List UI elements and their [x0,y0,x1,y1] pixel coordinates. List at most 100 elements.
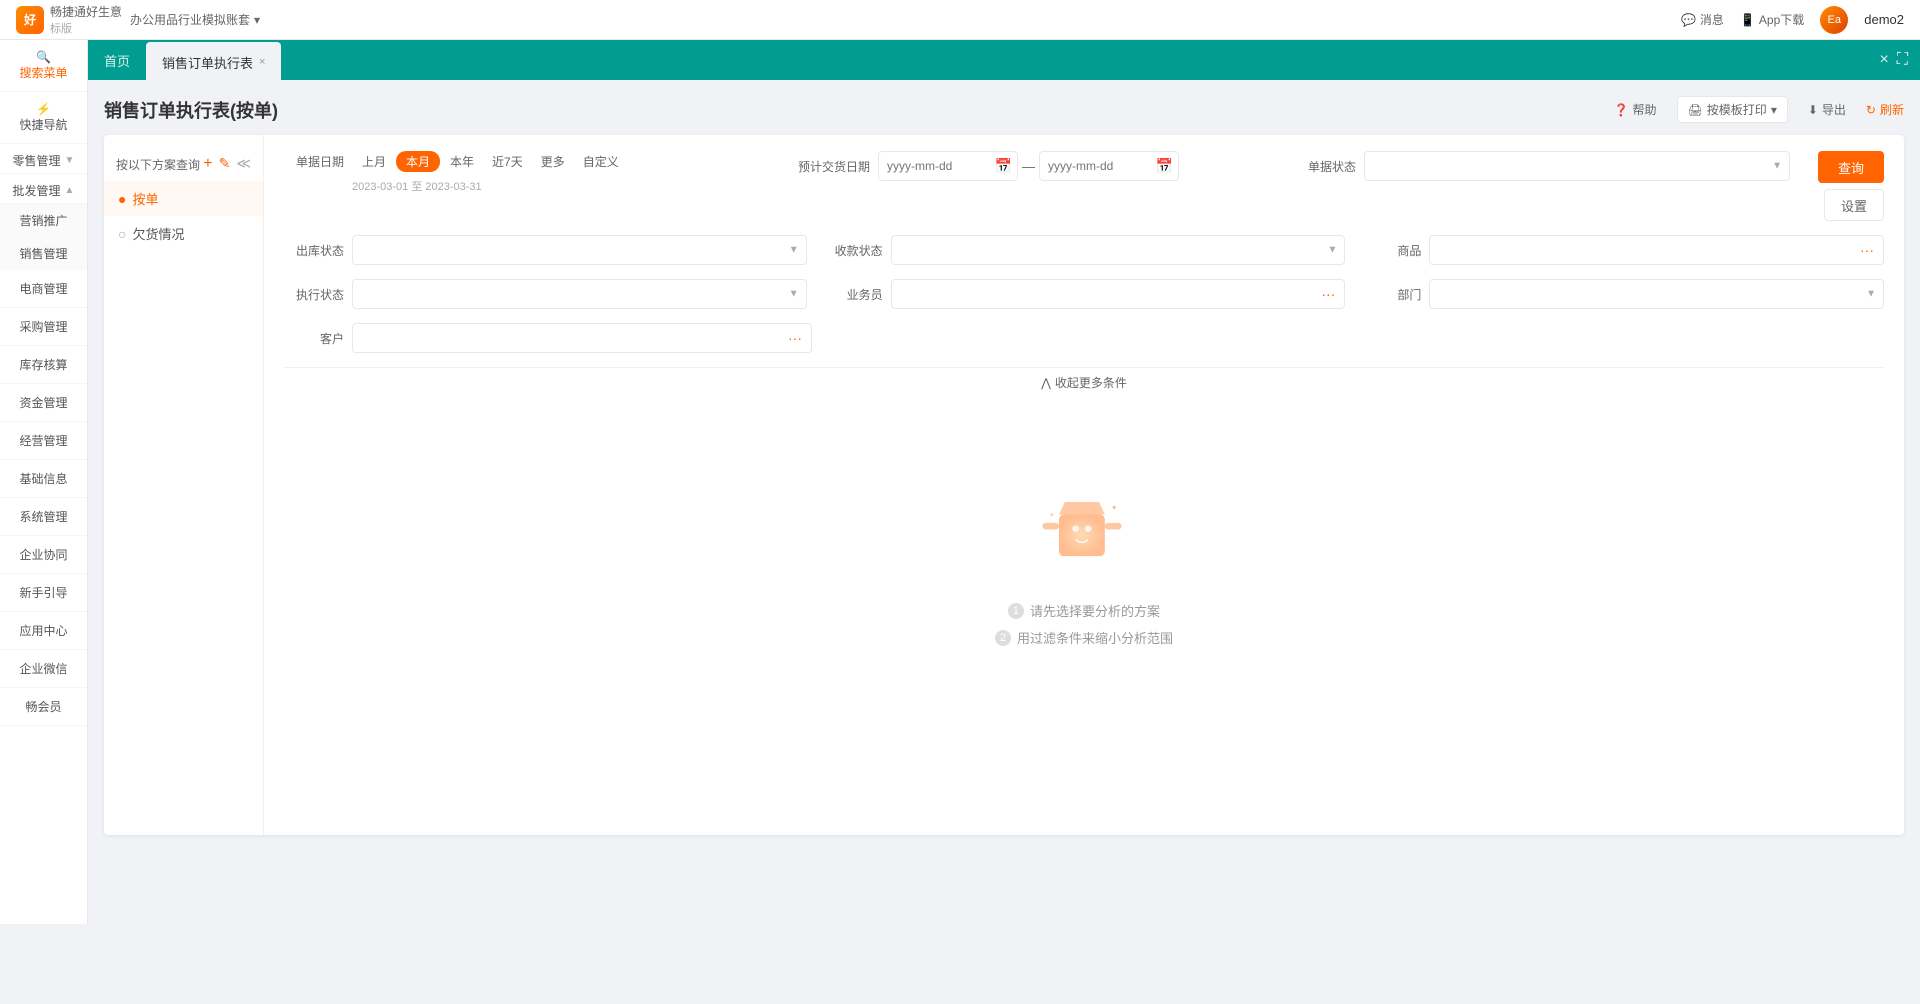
dept-group: 部门 ▼ [1361,279,1884,309]
salesperson-label: 业务员 [823,286,883,303]
app-download-button[interactable]: 📱 App下载 [1740,11,1804,28]
sidebar-item-apps[interactable]: 应用中心 [0,612,87,650]
customer-more-icon[interactable]: ··· [784,330,806,346]
print-button[interactable]: 🖨 按模板打印 ▾ [1677,96,1788,123]
sidebar-item-retail[interactable]: 零售管理 ▼ [0,144,87,174]
collect-status-select[interactable] [891,235,1346,265]
date-separator: — [1022,159,1035,174]
download-icon: 📱 [1740,13,1755,27]
customer-input[interactable] [352,323,812,353]
window-close-button[interactable]: × [1879,51,1888,69]
date-quick-buttons: 上月 本月 本年 近7天 更多 自定义 [354,151,627,172]
doc-status-select[interactable] [1364,151,1790,181]
salesperson-input[interactable] [891,279,1346,309]
exec-status-label: 执行状态 [284,286,344,303]
sidebar-item-marketing[interactable]: 营销推广 [0,204,87,237]
empty-tip-1: 1 请先选择要分析的方案 [1008,601,1160,620]
message-icon: 💬 [1681,13,1696,27]
message-button[interactable]: 💬 消息 [1681,11,1724,28]
sidebar-item-wechat[interactable]: 企业微信 [0,650,87,688]
collect-status-label: 收款状态 [823,242,883,259]
page-title: 销售订单执行表(按单) [104,97,278,123]
print-icon: 🖨 [1688,103,1703,117]
sidebar-item-finance[interactable]: 资金管理 [0,384,87,422]
empty-illustration: ✦ ✦ [1034,477,1134,577]
tab-close-icon[interactable]: × [259,56,265,68]
refresh-icon: ↻ [1866,103,1876,117]
settings-button[interactable]: 设置 [1824,189,1884,221]
customer-group: 客户 ··· [284,323,812,353]
header-right: 💬 消息 📱 App下载 Ea demo2 [1681,6,1904,34]
exec-status-select[interactable] [352,279,807,309]
filter-row-2: 出库状态 ▼ 收款状态 ▼ 商品 [284,235,1884,265]
tab-home[interactable]: 首页 [88,40,146,80]
edit-scheme-button[interactable]: ✎ [219,155,231,173]
curr-year-btn[interactable]: 本年 [442,151,482,172]
prev-month-btn[interactable]: 上月 [354,151,394,172]
nav-item-by-debt[interactable]: ○ 欠货情况 [104,216,263,251]
empty-tip-2: 2 用过滤条件来缩小分析范围 [995,628,1173,647]
recent7-btn[interactable]: 近7天 [484,151,531,172]
sidebar-item-vip[interactable]: 畅会员 [0,688,87,726]
custom-date-btn[interactable]: 自定义 [575,151,627,172]
nav-item-by-order[interactable]: ● 按单 [104,181,263,216]
sidebar-item-basic[interactable]: 基础信息 [0,460,87,498]
avatar[interactable]: Ea [1820,6,1848,34]
curr-month-btn[interactable]: 本月 [396,151,440,172]
doc-status-label: 单据状态 [1296,158,1356,175]
export-button[interactable]: ⬇ 导出 [1800,97,1854,122]
svg-text:✦: ✦ [1111,502,1118,512]
sidebar-item-system[interactable]: 系统管理 [0,498,87,536]
filter-row-3: 执行状态 ▼ 业务员 ··· 部门 [284,279,1884,309]
export-icon: ⬇ [1808,103,1818,117]
add-scheme-button[interactable]: + [203,155,212,173]
sidebar-item-guide[interactable]: 新手引导 [0,574,87,612]
page-actions: ❓ 帮助 🖨 按模板打印 ▾ ⬇ 导出 ↻ 刷新 [1606,96,1904,123]
refresh-button[interactable]: ↻ 刷新 [1866,101,1904,118]
doc-status-control: ▼ [1364,151,1790,181]
salesperson-more-icon[interactable]: ··· [1317,286,1339,302]
window-expand-button[interactable]: ⛶ [1897,51,1908,69]
goods-label: 商品 [1361,242,1421,259]
top-header: 好 畅捷通好生意 标版 办公用品行业模拟账套 ▾ 💬 消息 📱 App下载 Ea… [0,0,1920,40]
empty-state: ✦ ✦ 1 请先选择要分析的方案 2 用过滤条件来缩小分析范围 [284,397,1884,731]
left-nav: 按以下方案查询 + ✎ ≪ ● 按单 ○ 欠货情况 [104,135,264,835]
out-status-label: 出库状态 [284,242,344,259]
more-date-btn[interactable]: 更多 [533,151,573,172]
help-icon: ❓ [1614,103,1629,117]
breadcrumb[interactable]: 办公用品行业模拟账套 ▾ [130,11,260,28]
sidebar-item-inventory[interactable]: 库存核算 [0,346,87,384]
date-range-text: 2023-03-01 至 2023-03-31 [352,178,482,194]
collapse-nav-button[interactable]: ≪ [236,155,251,173]
out-status-select[interactable] [352,235,807,265]
goods-input[interactable] [1429,235,1884,265]
date-start-icon: 📅 [995,158,1012,175]
goods-group: 商品 ··· [1361,235,1884,265]
tab-bar: 首页 销售订单执行表 × × ⛶ [0,40,1920,80]
sidebar-search[interactable]: 🔍 搜索菜单 [0,40,87,92]
exec-status-control: ▼ [352,279,807,309]
sidebar-quick-nav[interactable]: ⚡ 快捷导航 [0,92,87,144]
salesperson-group: 业务员 ··· [823,279,1346,309]
sidebar-item-corp[interactable]: 企业协同 [0,536,87,574]
collapse-conditions-button[interactable]: ⋀ 收起更多条件 [284,367,1884,397]
search-button[interactable]: 查询 [1818,151,1884,183]
filter-row-4: 客户 ··· [284,323,812,353]
logo-icon: 好 [16,6,44,34]
user-name[interactable]: demo2 [1864,12,1904,27]
logo-text: 畅捷通好生意 标版 [50,3,122,36]
search-settings: 查询 设置 [1818,151,1884,221]
goods-more-icon[interactable]: ··· [1856,242,1878,258]
expand-icon: ▲ [65,185,75,196]
sidebar-item-wholesale[interactable]: 批发管理 ▲ [0,174,87,204]
sidebar-item-operation[interactable]: 经营管理 [0,422,87,460]
expand-icon: ▼ [65,155,75,166]
sidebar-item-sales[interactable]: 销售管理 [0,237,87,270]
sidebar-item-purchase[interactable]: 采购管理 [0,308,87,346]
help-button[interactable]: ❓ 帮助 [1606,97,1665,122]
left-nav-icons: + ✎ ≪ [203,155,251,173]
sidebar: 🔍 搜索菜单 ⚡ 快捷导航 零售管理 ▼ 批发管理 ▲ 营销推广 销售管理 电商… [0,40,88,924]
sidebar-item-ecommerce[interactable]: 电商管理 [0,270,87,308]
tab-sales-order[interactable]: 销售订单执行表 × [146,42,281,82]
dept-select[interactable] [1429,279,1884,309]
